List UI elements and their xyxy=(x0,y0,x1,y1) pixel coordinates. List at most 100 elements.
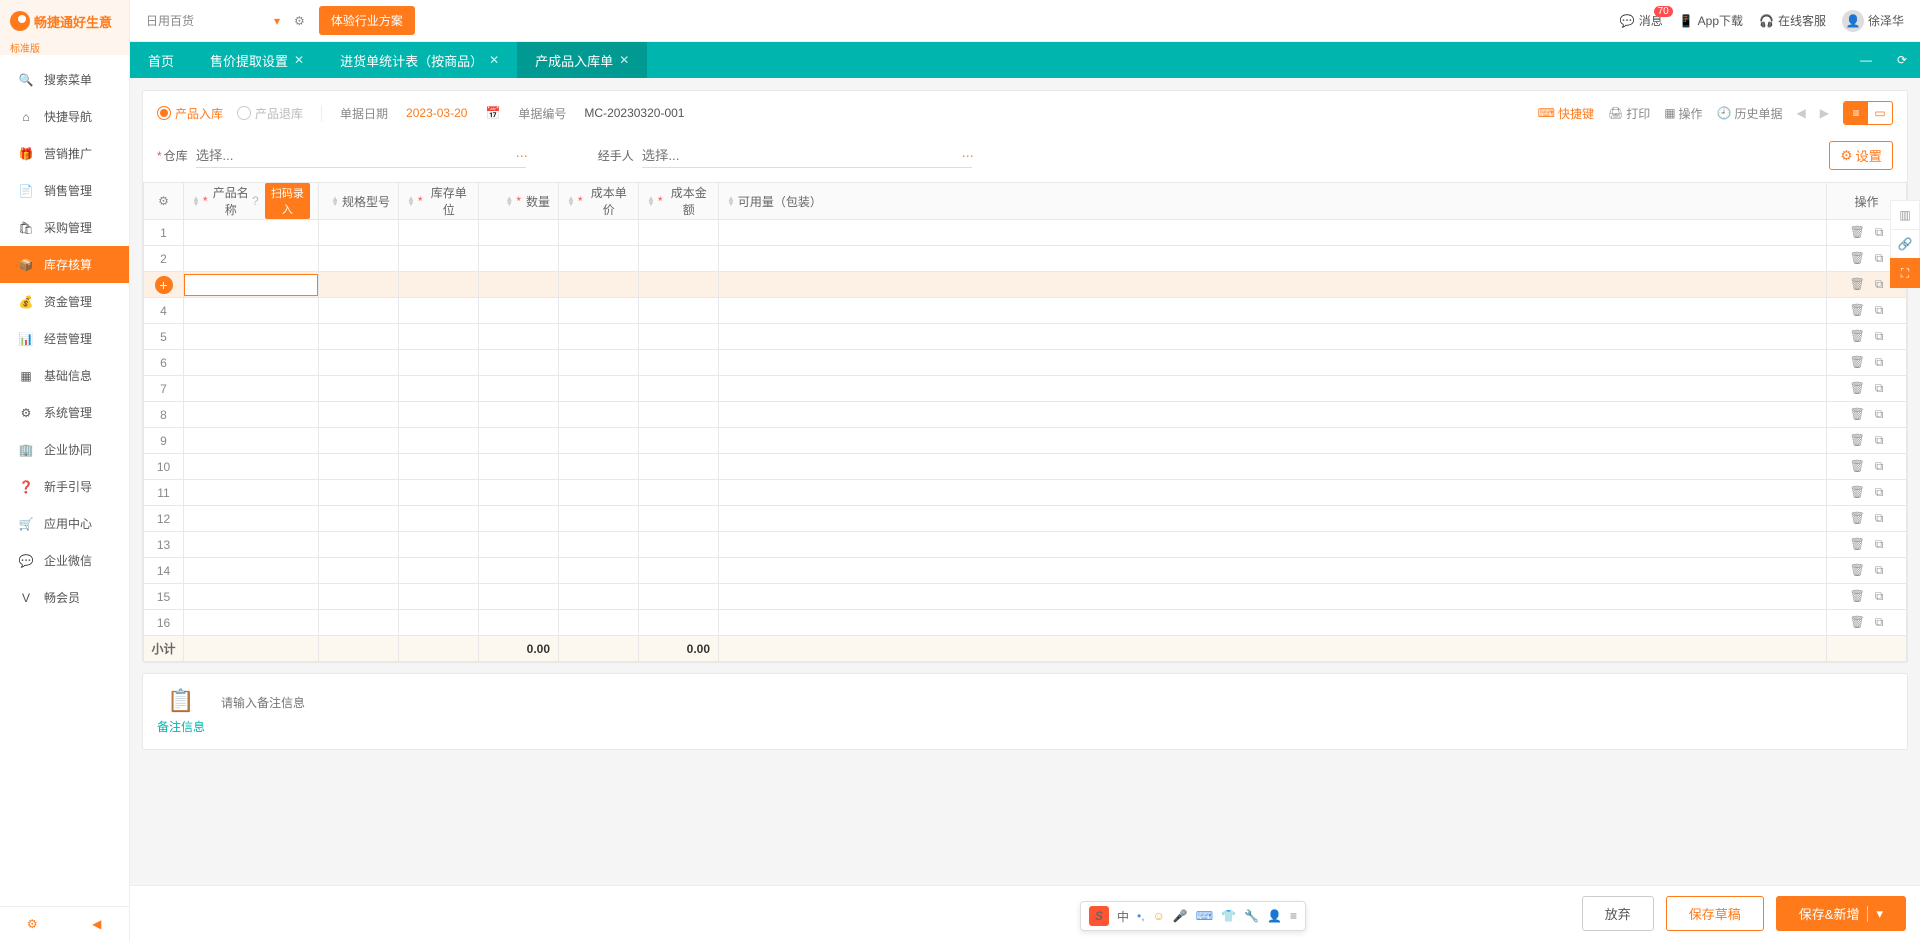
cell-unit[interactable] xyxy=(399,350,479,376)
cell-product-name[interactable] xyxy=(184,246,319,272)
cell-price[interactable] xyxy=(559,610,639,636)
col-price[interactable]: ▲▼*成本单价 xyxy=(559,183,639,220)
col-config[interactable]: ⚙ xyxy=(144,183,184,220)
cell-spec[interactable] xyxy=(319,584,399,610)
tab-minimize-button[interactable]: — xyxy=(1848,42,1884,78)
cell-amt[interactable] xyxy=(639,610,719,636)
delete-row-icon[interactable]: 🗑 xyxy=(1850,329,1865,344)
cell-avail[interactable] xyxy=(719,298,1827,324)
nav-item[interactable]: 💰资金管理 xyxy=(0,283,129,320)
save-draft-button[interactable]: 保存草稿 xyxy=(1666,896,1764,931)
table-row[interactable]: 9🗑⧉ xyxy=(144,428,1907,454)
cell-avail[interactable] xyxy=(719,428,1827,454)
cell-unit[interactable] xyxy=(399,272,479,298)
table-row[interactable]: 11🗑⧉ xyxy=(144,480,1907,506)
cell-avail[interactable] xyxy=(719,350,1827,376)
ime-menu-icon[interactable]: ≡ xyxy=(1290,909,1297,923)
cell-qty[interactable] xyxy=(479,246,559,272)
table-row[interactable]: 7🗑⧉ xyxy=(144,376,1907,402)
nav-item[interactable]: 🛍采购管理 xyxy=(0,209,129,246)
col-product-name[interactable]: ▲▼ *产品名称 ? 扫码录入 xyxy=(184,183,319,220)
cell-price[interactable] xyxy=(559,558,639,584)
copy-row-icon[interactable]: ⧉ xyxy=(1875,355,1884,370)
cell-unit[interactable] xyxy=(399,506,479,532)
experience-button[interactable]: 体验行业方案 xyxy=(319,6,415,35)
delete-row-icon[interactable]: 🗑 xyxy=(1850,225,1865,240)
cell-unit[interactable] xyxy=(399,558,479,584)
cell-avail[interactable] xyxy=(719,376,1827,402)
table-row[interactable]: 12🗑⧉ xyxy=(144,506,1907,532)
cell-spec[interactable] xyxy=(319,402,399,428)
nav-item[interactable]: 📊经营管理 xyxy=(0,320,129,357)
cell-spec[interactable] xyxy=(319,480,399,506)
cell-avail[interactable] xyxy=(719,246,1827,272)
next-bill-button[interactable]: ▶ xyxy=(1820,106,1829,120)
cell-amt[interactable] xyxy=(639,272,719,298)
table-row[interactable]: 15🗑⧉ xyxy=(144,584,1907,610)
cell-spec[interactable] xyxy=(319,298,399,324)
gear-icon[interactable]: ⚙ xyxy=(294,14,305,28)
copy-row-icon[interactable]: ⧉ xyxy=(1875,329,1884,344)
cell-price[interactable] xyxy=(559,376,639,402)
help-icon[interactable]: ? xyxy=(252,194,259,208)
delete-row-icon[interactable]: 🗑 xyxy=(1850,433,1865,448)
scan-entry-button[interactable]: 扫码录入 xyxy=(265,183,310,219)
close-icon[interactable]: ✕ xyxy=(489,53,499,67)
business-selector[interactable]: 日用百货 ▾ xyxy=(146,12,280,29)
cell-qty[interactable] xyxy=(479,402,559,428)
cell-product-name[interactable] xyxy=(184,402,319,428)
nav-item[interactable]: 💬企业微信 xyxy=(0,542,129,579)
cell-unit[interactable] xyxy=(399,480,479,506)
view-card-button[interactable]: ▭ xyxy=(1868,102,1892,124)
cell-spec[interactable] xyxy=(319,246,399,272)
table-row[interactable]: 10🗑⧉ xyxy=(144,454,1907,480)
sidebar-settings-icon[interactable]: ⚙ xyxy=(0,907,65,941)
tab[interactable]: 产成品入库单✕ xyxy=(517,42,647,78)
cell-spec[interactable] xyxy=(319,376,399,402)
nav-item[interactable]: 🛒应用中心 xyxy=(0,505,129,542)
cell-unit[interactable] xyxy=(399,324,479,350)
cell-spec[interactable] xyxy=(319,610,399,636)
cell-qty[interactable] xyxy=(479,506,559,532)
col-unit[interactable]: ▲▼*库存单位 xyxy=(399,183,479,220)
cell-spec[interactable] xyxy=(319,454,399,480)
delete-row-icon[interactable]: 🗑 xyxy=(1850,459,1865,474)
cell-qty[interactable] xyxy=(479,558,559,584)
cell-amt[interactable] xyxy=(639,558,719,584)
cell-amt[interactable] xyxy=(639,402,719,428)
delete-row-icon[interactable]: 🗑 xyxy=(1850,355,1865,370)
cell-unit[interactable] xyxy=(399,610,479,636)
cell-avail[interactable] xyxy=(719,220,1827,246)
cell-amt[interactable] xyxy=(639,584,719,610)
cell-product-name[interactable] xyxy=(184,610,319,636)
table-row[interactable]: 4🗑⧉ xyxy=(144,298,1907,324)
cell-qty[interactable] xyxy=(479,298,559,324)
cell-amt[interactable] xyxy=(639,506,719,532)
nav-item[interactable]: 📦库存核算 xyxy=(0,246,129,283)
cell-spec[interactable] xyxy=(319,532,399,558)
table-row[interactable]: 6🗑⧉ xyxy=(144,350,1907,376)
copy-row-icon[interactable]: ⧉ xyxy=(1875,589,1884,604)
nav-item[interactable]: ❓新手引导 xyxy=(0,468,129,505)
ime-user-icon[interactable]: 👤 xyxy=(1267,909,1282,923)
cell-price[interactable] xyxy=(559,324,639,350)
cell-avail[interactable] xyxy=(719,584,1827,610)
radio-product-out[interactable]: 产品退库 xyxy=(237,105,303,122)
cell-qty[interactable] xyxy=(479,584,559,610)
cell-amt[interactable] xyxy=(639,454,719,480)
ime-keyboard-icon[interactable]: ⌨ xyxy=(1196,909,1213,923)
copy-row-icon[interactable]: ⧉ xyxy=(1875,251,1884,266)
tab[interactable]: 首页 xyxy=(130,42,192,78)
cell-avail[interactable] xyxy=(719,272,1827,298)
delete-row-icon[interactable]: 🗑 xyxy=(1850,589,1865,604)
table-row[interactable]: 8🗑⧉ xyxy=(144,402,1907,428)
copy-row-icon[interactable]: ⧉ xyxy=(1875,459,1884,474)
cell-product-name[interactable] xyxy=(184,558,319,584)
copy-row-icon[interactable]: ⧉ xyxy=(1875,225,1884,240)
online-service-button[interactable]: 🎧 在线客服 xyxy=(1759,12,1826,29)
cell-price[interactable] xyxy=(559,272,639,298)
cell-unit[interactable] xyxy=(399,376,479,402)
cell-product-name[interactable] xyxy=(184,298,319,324)
tab-refresh-button[interactable]: ⟳ xyxy=(1884,42,1920,78)
delete-row-icon[interactable]: 🗑 xyxy=(1850,277,1865,292)
